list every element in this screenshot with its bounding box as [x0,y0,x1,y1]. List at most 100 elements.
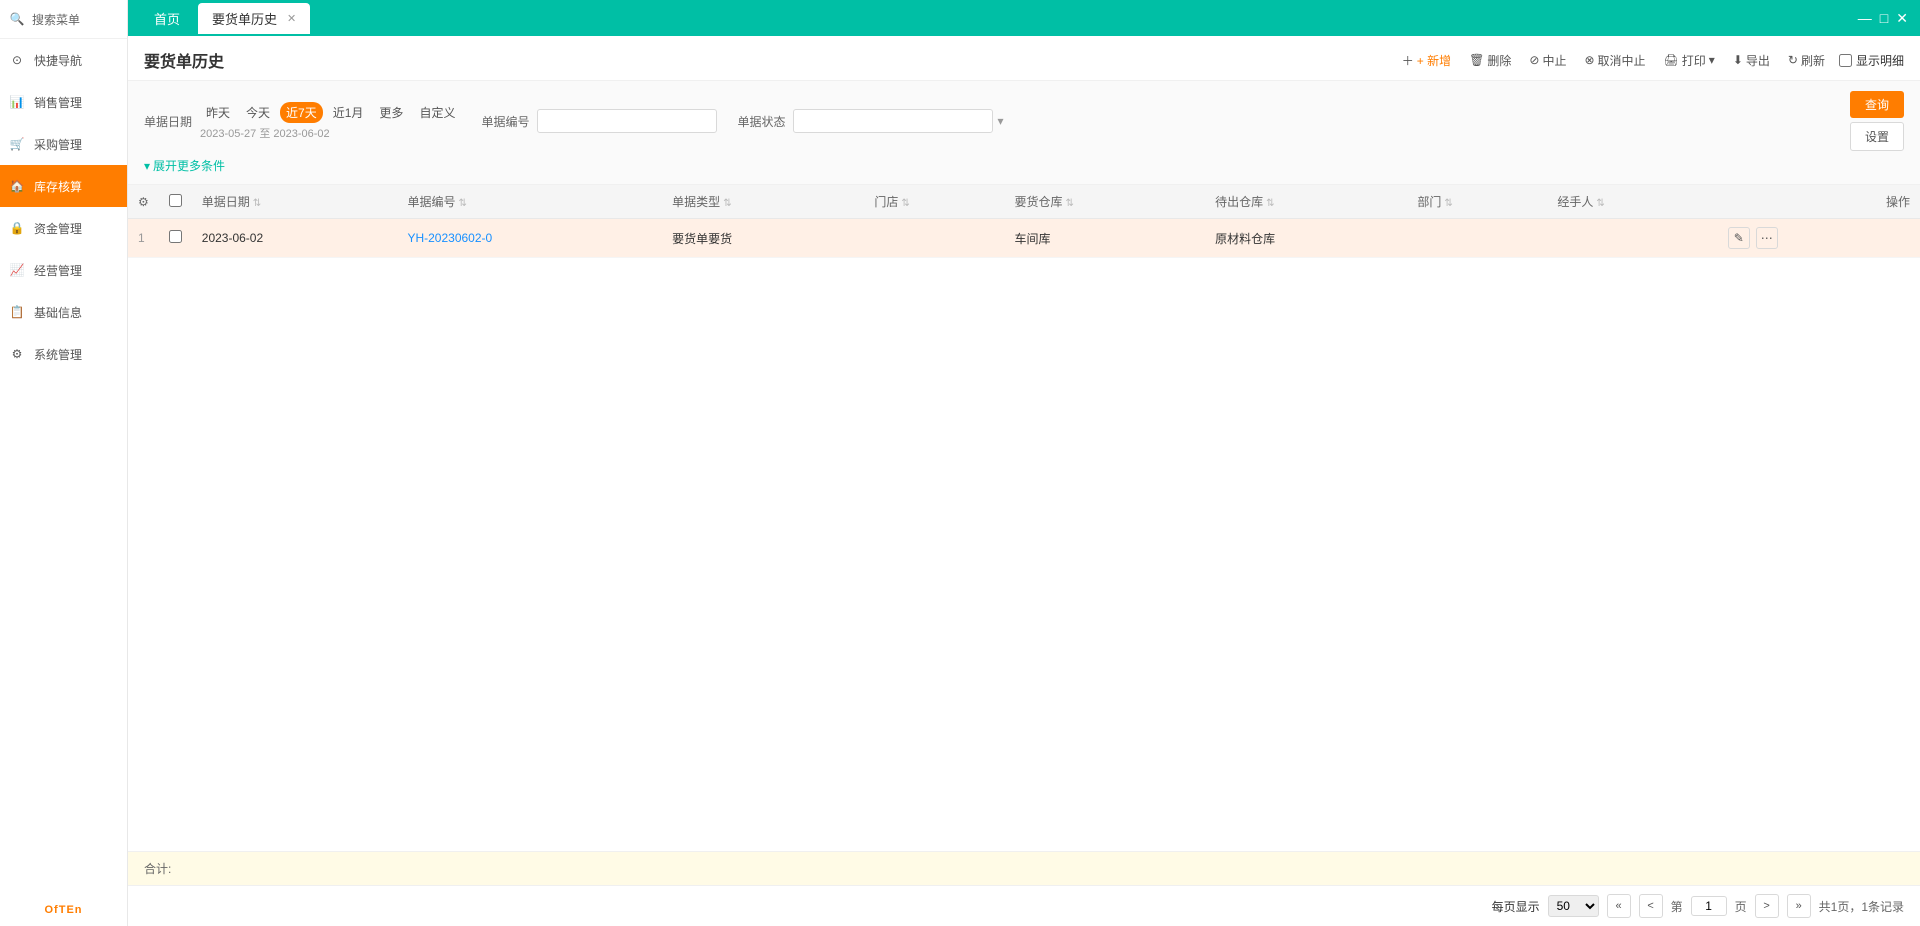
settings-icon[interactable]: ⚙ [138,195,149,209]
th-date: 单据日期⇅ [192,185,398,219]
th-department: 部门⇅ [1407,185,1547,219]
row-store [864,219,1004,258]
delete-button[interactable]: 🗑 删除 [1465,50,1515,71]
sidebar-item-label: 基础信息 [34,304,82,321]
sidebar-item-label: 快捷导航 [34,52,82,69]
sidebar-item-label: 系统管理 [34,346,82,363]
header-actions: ＋ + 新增 🗑 删除 ⊘ 中止 ⊗ 取消中止 🖨 打印 [1398,50,1904,71]
settings-button[interactable]: 设置 [1850,122,1904,151]
lock-icon: 🔒 [8,219,26,237]
tab-requisition-history[interactable]: 要货单历史 ✕ [198,3,310,34]
refresh-button[interactable]: ↻ 刷新 [1784,50,1829,71]
sort-pendwh-icon[interactable]: ⇅ [1266,198,1274,209]
sort-doctype-icon[interactable]: ⇅ [723,198,731,209]
sidebar-item-quick-nav[interactable]: ⊙ 快捷导航 [0,39,127,81]
th-checkbox [159,185,192,219]
tab-close-icon[interactable]: ✕ [287,12,296,25]
doc-no-link[interactable]: YH-20230602-0 [407,231,492,245]
sidebar-item-sales-mgmt[interactable]: 📊 销售管理 [0,81,127,123]
row-req-warehouse: 车间库 [1004,219,1205,258]
close-button[interactable]: ✕ [1896,10,1908,27]
table-row[interactable]: 1 2023-06-02 YH-20230602-0 要货单要货 车间库 原材料… [128,219,1920,258]
minimize-button[interactable]: — [1858,10,1872,26]
sidebar-item-finance-mgmt[interactable]: 🔒 资金管理 [0,207,127,249]
show-detail-checkbox[interactable] [1839,54,1852,67]
home-icon: ⊙ [8,51,26,69]
date-shortcuts: 昨天 今天 近7天 近1月 更多 自定义 [200,102,461,123]
date-shortcuts-wrapper: 昨天 今天 近7天 近1月 更多 自定义 2023-05-27 至 2023-0… [200,102,461,141]
sort-date-icon[interactable]: ⇅ [253,198,261,209]
maximize-button[interactable]: □ [1880,10,1888,26]
topbar-right: — □ ✕ [1858,10,1908,27]
expand-more-button[interactable]: ▾ 展开更多条件 [144,157,1904,174]
sidebar-item-label: 采购管理 [34,136,82,153]
sidebar-bottom: OfTEn [0,894,127,926]
sidebar-item-ops-mgmt[interactable]: 📈 经营管理 [0,249,127,291]
row-num: 1 [128,219,159,258]
cart-icon: 🛒 [8,135,26,153]
show-detail-toggle[interactable]: 显示明细 [1839,52,1904,69]
sort-reqwh-icon[interactable]: ⇅ [1065,198,1073,209]
sidebar-item-system-mgmt[interactable]: ⚙ 系统管理 [0,333,127,375]
doc-no-input[interactable] [537,109,717,133]
sort-handler-icon[interactable]: ⇅ [1596,198,1604,209]
sidebar-item-label: 经营管理 [34,262,82,279]
select-all-checkbox[interactable] [169,194,182,207]
page-size-select[interactable]: 20 50 100 [1548,895,1599,917]
shortcut-today[interactable]: 今天 [240,102,276,123]
last-page-button[interactable]: » [1787,894,1811,918]
shortcut-7days[interactable]: 近7天 [280,102,323,123]
gear-icon: ⚙ [8,345,26,363]
doc-no-filter: 单据编号 [481,109,717,133]
first-page-button[interactable]: « [1607,894,1631,918]
tab-home[interactable]: 首页 [140,3,194,34]
row-checkbox[interactable] [169,230,182,243]
main-area: 首页 要货单历史 ✕ — □ ✕ 要货单历史 ＋ + 新增 🗑 删除 [128,0,1920,926]
refresh-icon: ↻ [1788,53,1798,67]
filter-area: 单据日期 昨天 今天 近7天 近1月 更多 自定义 2023-05-27 至 2… [128,81,1920,185]
search-button[interactable]: 查询 [1850,91,1904,118]
th-store: 门店⇅ [864,185,1004,219]
sidebar-item-inventory[interactable]: 🏠 库存核算 [0,165,127,207]
new-button[interactable]: ＋ + 新增 [1398,50,1455,71]
sort-store-icon[interactable]: ⇅ [901,198,909,209]
date-label: 单据日期 [144,113,192,130]
sidebar-item-purchase-mgmt[interactable]: 🛒 采购管理 [0,123,127,165]
shortcut-more[interactable]: 更多 [373,102,409,123]
suspend-button[interactable]: ⊘ 中止 [1525,50,1570,71]
print-button[interactable]: 🖨 打印 ▾ [1660,50,1719,71]
status-input[interactable] [793,109,993,133]
sort-docno-icon[interactable]: ⇅ [458,198,466,209]
page-header: 要货单历史 ＋ + 新增 🗑 删除 ⊘ 中止 ⊗ 取消中止 [128,36,1920,81]
page-title: 要货单历史 [144,48,224,72]
export-button[interactable]: ⬇ 导出 [1729,50,1774,71]
status-dropdown-icon[interactable]: ▾ [997,114,1003,128]
date-filter: 单据日期 昨天 今天 近7天 近1月 更多 自定义 2023-05-27 至 2… [144,102,461,141]
edit-icon[interactable]: ✎ [1728,227,1750,249]
print-dropdown-icon: ▾ [1709,53,1715,67]
shortcut-yesterday[interactable]: 昨天 [200,102,236,123]
th-ops: 操作 [1718,185,1920,219]
sidebar-item-basic-info[interactable]: 📋 基础信息 [0,291,127,333]
row-department [1407,219,1547,258]
inventory-icon: 🏠 [8,177,26,195]
row-doc-no: YH-20230602-0 [397,219,662,258]
shortcut-custom[interactable]: 自定义 [413,102,461,123]
next-page-button[interactable]: > [1755,894,1779,918]
row-ops: ✎ ⋯ [1718,219,1920,258]
prev-page-button[interactable]: < [1639,894,1663,918]
sort-dept-icon[interactable]: ⇅ [1444,198,1452,209]
ops-cell: ✎ ⋯ [1728,227,1910,249]
th-settings: ⚙ [128,185,159,219]
content-area: 要货单历史 ＋ + 新增 🗑 删除 ⊘ 中止 ⊗ 取消中止 [128,36,1920,926]
date-range-display: 2023-05-27 至 2023-06-02 [200,125,461,141]
shortcut-1month[interactable]: 近1月 [327,102,370,123]
info-icon: 📋 [8,303,26,321]
sidebar-search[interactable]: 🔍 搜索菜单 [0,0,127,39]
cancel-suspend-button[interactable]: ⊗ 取消中止 [1580,50,1649,71]
table-area: ⚙ 单据日期⇅ 单据编号⇅ 单据类型⇅ [128,185,1920,851]
filter-buttons: 查询 设置 [1850,91,1904,151]
topbar: 首页 要货单历史 ✕ — □ ✕ [128,0,1920,36]
current-page-input[interactable] [1691,896,1727,916]
more-icon[interactable]: ⋯ [1756,227,1778,249]
